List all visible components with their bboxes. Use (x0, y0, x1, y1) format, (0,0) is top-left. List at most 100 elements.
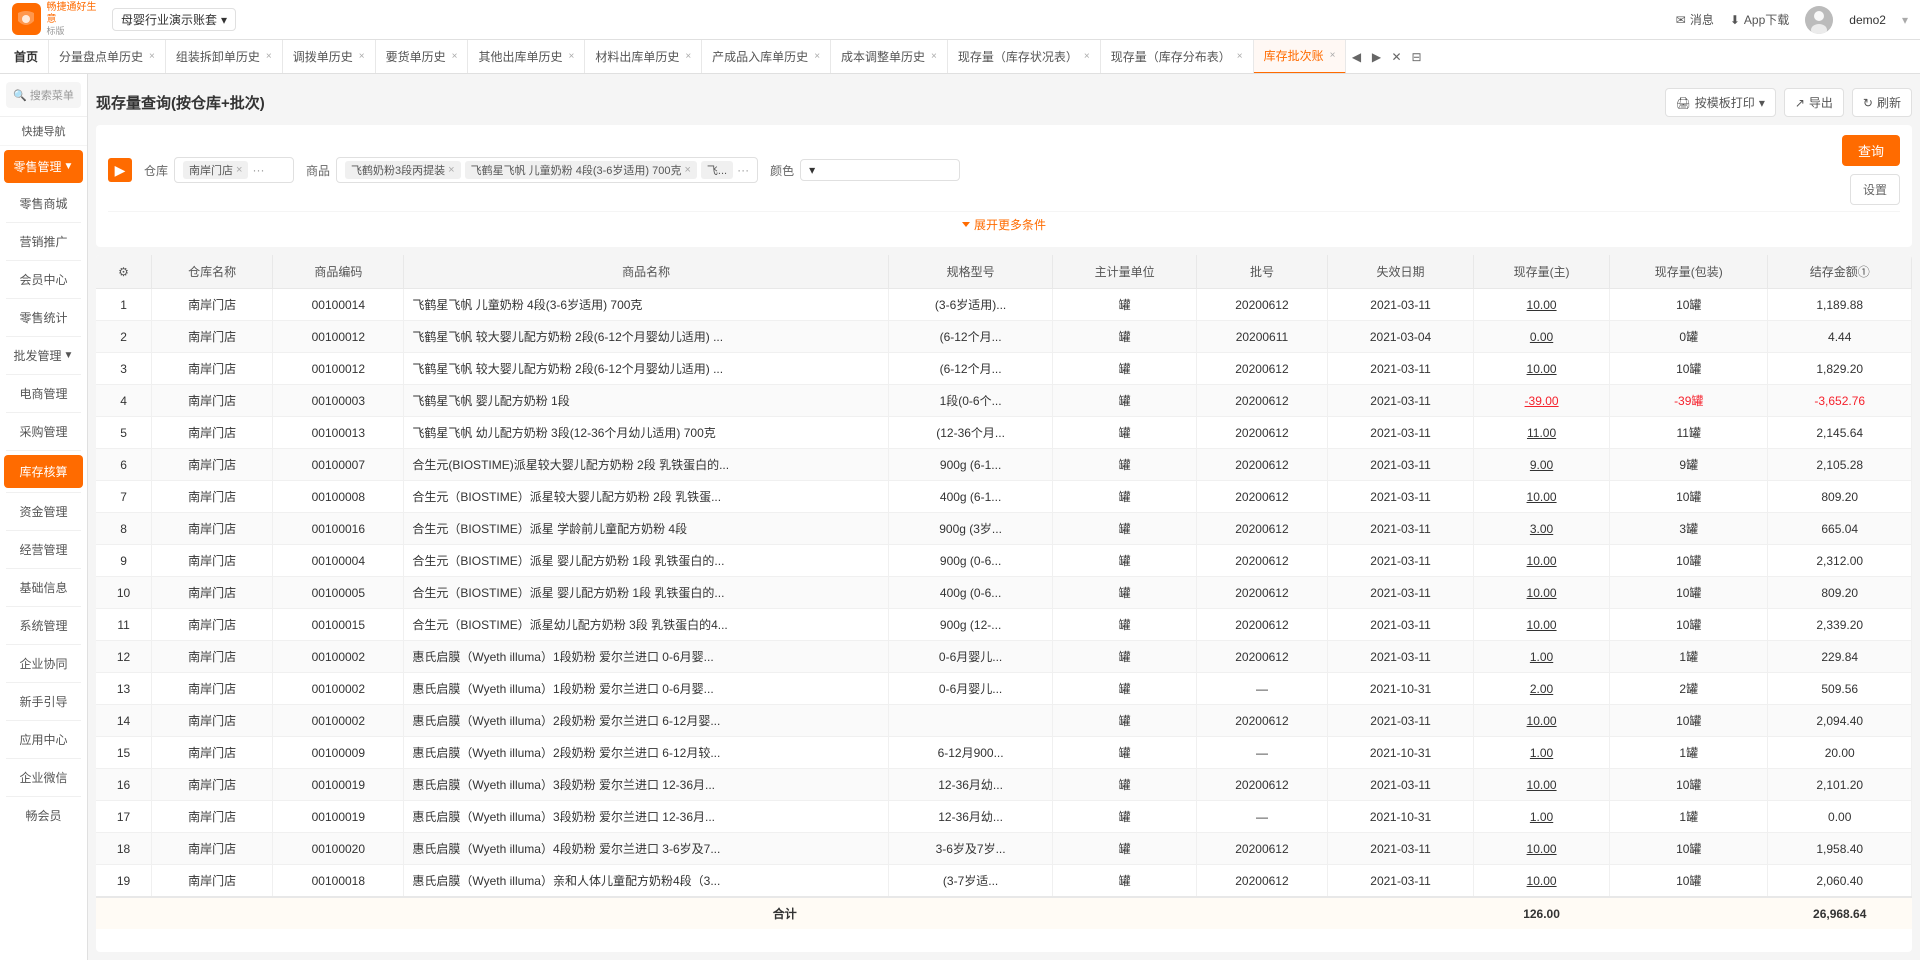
cell-spec: 900g (6-1... (888, 449, 1053, 481)
tab-query-close[interactable]: × (359, 51, 365, 62)
tab-material-out[interactable]: 材料出库单历史 × (585, 40, 702, 74)
tab-split-check-close[interactable]: × (149, 51, 155, 62)
tab-cost-adjust-label: 成本调整单历史 (841, 48, 925, 65)
sidebar-item-wechat[interactable]: 企业微信 (0, 761, 87, 794)
cell-stock-main[interactable]: 10.00 (1474, 481, 1610, 513)
org-selector[interactable]: 母婴行业演示账套 ▾ (112, 8, 236, 31)
expand-more-filter-btn[interactable]: 展开更多条件 (108, 211, 1900, 237)
print-button[interactable]: 🖨 按模板打印 ▾ (1665, 88, 1776, 117)
tab-material-out-label: 材料出库单历史 (595, 48, 679, 65)
sidebar-item-member[interactable]: 会员中心 (0, 263, 87, 296)
cell-stock-main[interactable]: 2.00 (1474, 673, 1610, 705)
tab-other-out[interactable]: 其他出库单历史 × (468, 40, 585, 74)
sidebar-item-app-center[interactable]: 应用中心 (0, 723, 87, 756)
tab-inventory-status[interactable]: 现存量（库存状况表） × (948, 40, 1101, 74)
cell-stock-main[interactable]: -39.00 (1474, 385, 1610, 417)
tab-home[interactable]: 首页 (4, 40, 49, 74)
app-download-button[interactable]: ⬇ App下载 (1730, 11, 1789, 28)
avatar[interactable] (1805, 6, 1833, 34)
sidebar-search-btn[interactable]: 🔍 搜索菜单 (6, 82, 81, 108)
tab-requisition[interactable]: 要货单历史 × (376, 40, 469, 74)
cell-stock-main[interactable]: 10.00 (1474, 705, 1610, 737)
tab-prev-btn[interactable]: ◀ (1346, 40, 1366, 74)
sidebar-item-finance[interactable]: 资金管理 (0, 495, 87, 528)
sidebar-item-operation[interactable]: 经营管理 (0, 533, 87, 566)
cell-spec: 400g (0-6... (888, 577, 1053, 609)
tab-split-check[interactable]: 分量盘点单历史 × (49, 40, 166, 74)
warehouse-tag-close[interactable]: × (236, 164, 242, 176)
cell-stock-main[interactable]: 1.00 (1474, 641, 1610, 673)
sidebar-item-marketing[interactable]: 营销推广 (0, 225, 87, 258)
tab-cost-adjust[interactable]: 成本调整单历史 × (831, 40, 948, 74)
wholesale-arrow-icon: ▼ (64, 350, 74, 361)
cell-stock-main[interactable]: 1.00 (1474, 737, 1610, 769)
product-more-dots[interactable]: ··· (737, 163, 749, 177)
cell-no: 3 (96, 353, 152, 385)
cell-code: 00100020 (273, 833, 404, 865)
color-input[interactable]: ▾ (800, 159, 960, 181)
product-tag-2-value: 飞鹤星飞帆 儿童奶粉 4段(3-6岁适用) 700克 (471, 162, 682, 178)
tab-material-out-close[interactable]: × (685, 51, 691, 62)
tab-disassemble[interactable]: 组装拆卸单历史 × (166, 40, 283, 74)
tab-next-btn[interactable]: ▶ (1366, 40, 1386, 74)
tab-inventory-dist[interactable]: 现存量（库存分布表） × (1101, 40, 1254, 74)
tab-menu-btn[interactable]: ⊟ (1406, 40, 1426, 74)
tab-cost-adjust-close[interactable]: × (931, 51, 937, 62)
cell-stock-main[interactable]: 0.00 (1474, 321, 1610, 353)
tab-product-in[interactable]: 产成品入库单历史 × (702, 40, 831, 74)
sidebar-item-wholesale[interactable]: 批发管理 ▼ (0, 339, 87, 372)
cell-stock-main[interactable]: 9.00 (1474, 449, 1610, 481)
tab-inventory-status-close[interactable]: × (1084, 51, 1090, 62)
product-tag-2-close[interactable]: × (684, 164, 690, 176)
tab-batch-voucher[interactable]: 库存批次账 × (1254, 40, 1347, 74)
sidebar-item-purchase[interactable]: 采购管理 (0, 415, 87, 448)
cell-stock-main[interactable]: 1.00 (1474, 801, 1610, 833)
sidebar-item-retail[interactable]: 零售管理 ▼ (4, 150, 83, 183)
cell-stock-main[interactable]: 10.00 (1474, 609, 1610, 641)
tab-other-out-close[interactable]: × (568, 51, 574, 62)
cell-stock-main[interactable]: 3.00 (1474, 513, 1610, 545)
cell-code: 00100005 (273, 577, 404, 609)
filter-expand-btn[interactable]: ▶ (108, 158, 132, 182)
cell-stock-main[interactable]: 10.00 (1474, 865, 1610, 898)
cell-stock-main[interactable]: 10.00 (1474, 833, 1610, 865)
sidebar-item-inventory[interactable]: 库存核算 (4, 455, 83, 488)
sidebar-item-retail-shop[interactable]: 零售商城 (0, 187, 87, 220)
tab-query[interactable]: 调拨单历史 × (283, 40, 376, 74)
sidebar-nav-shortcut[interactable]: 快捷导航 (0, 117, 87, 146)
warehouse-more-dots[interactable]: ··· (252, 163, 264, 177)
footer-label: 合计 (96, 897, 1474, 929)
tab-product-in-close[interactable]: × (814, 51, 820, 62)
sidebar-item-basic[interactable]: 基础信息 (0, 571, 87, 604)
tab-batch-voucher-close[interactable]: × (1330, 50, 1336, 61)
sidebar-item-ecommerce[interactable]: 电商管理 (0, 377, 87, 410)
sidebar-item-guide[interactable]: 新手引导 (0, 685, 87, 718)
sidebar-item-member2[interactable]: 畅会员 (0, 799, 87, 832)
cell-stock-main[interactable]: 10.00 (1474, 353, 1610, 385)
product-tag-3: 飞... (701, 161, 733, 179)
cell-warehouse: 南岸门店 (152, 289, 273, 321)
tab-inventory-dist-close[interactable]: × (1237, 51, 1243, 62)
sidebar-item-system[interactable]: 系统管理 (0, 609, 87, 642)
message-button[interactable]: ✉ 消息 (1676, 11, 1714, 28)
export-button[interactable]: ↗ 导出 (1784, 88, 1844, 117)
col-setting[interactable]: ⚙ (96, 255, 152, 289)
cell-code: 00100019 (273, 801, 404, 833)
cell-stock-main[interactable]: 11.00 (1474, 417, 1610, 449)
tab-close-all-btn[interactable]: ✕ (1386, 40, 1406, 74)
query-button[interactable]: 查询 (1842, 135, 1900, 166)
search-icon: 🔍 (13, 89, 27, 102)
cell-stock-main[interactable]: 10.00 (1474, 577, 1610, 609)
sidebar-item-retail-stats[interactable]: 零售统计 (0, 301, 87, 334)
refresh-button[interactable]: ↻ 刷新 (1852, 88, 1912, 117)
cell-stock-main[interactable]: 10.00 (1474, 769, 1610, 801)
cell-stock-main[interactable]: 10.00 (1474, 545, 1610, 577)
product-tag-1-close[interactable]: × (448, 164, 454, 176)
tab-requisition-close[interactable]: × (452, 51, 458, 62)
product-input[interactable]: 飞鹤奶粉3段丙提装 × 飞鹤星飞帆 儿童奶粉 4段(3-6岁适用) 700克 ×… (336, 157, 758, 183)
setting-button[interactable]: 设置 (1850, 174, 1900, 205)
tab-disassemble-close[interactable]: × (266, 51, 272, 62)
cell-stock-main[interactable]: 10.00 (1474, 289, 1610, 321)
warehouse-input[interactable]: 南岸门店 × ··· (174, 157, 294, 183)
sidebar-item-enterprise[interactable]: 企业协同 (0, 647, 87, 680)
